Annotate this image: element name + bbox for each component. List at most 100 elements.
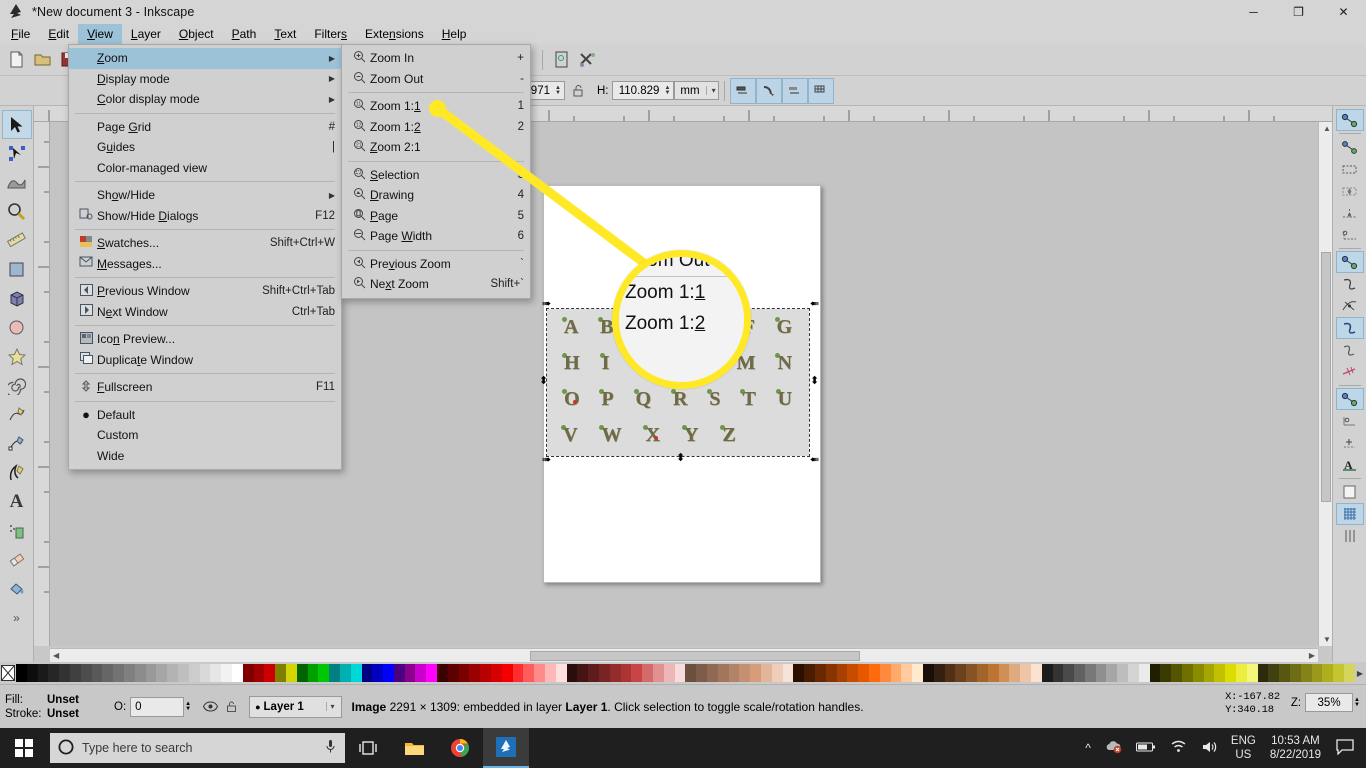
- menu-item-color-display-mode[interactable]: Color display mode ▶: [69, 89, 341, 110]
- menu-view[interactable]: View: [78, 24, 122, 44]
- color-palette[interactable]: ▶: [0, 662, 1366, 684]
- palette-swatch[interactable]: [1084, 664, 1096, 682]
- palette-swatch[interactable]: [102, 664, 114, 682]
- star-tool[interactable]: [2, 342, 32, 371]
- menu-item-zoom-out[interactable]: Zoom Out -: [342, 69, 530, 90]
- menu-item-zoom-page[interactable]: Page 5: [342, 206, 530, 227]
- minimize-button[interactable]: ─: [1231, 0, 1276, 24]
- palette-swatch[interactable]: [760, 664, 772, 682]
- show-hidden-icons-icon[interactable]: ^: [1078, 741, 1098, 755]
- units-select[interactable]: mm ▾: [674, 81, 719, 100]
- palette-swatch[interactable]: [339, 664, 351, 682]
- height-stepper[interactable]: ▲ ▼: [662, 85, 670, 96]
- scroll-right-arrow[interactable]: ▶: [1309, 651, 1315, 660]
- spray-tool[interactable]: [2, 516, 32, 545]
- palette-swatch[interactable]: [512, 664, 524, 682]
- spiral-tool[interactable]: [2, 371, 32, 400]
- snap-object-centers-toggle[interactable]: [1336, 410, 1364, 432]
- search-input[interactable]: Type here to search: [50, 733, 345, 763]
- open-document-icon[interactable]: [29, 47, 55, 73]
- palette-swatch[interactable]: [1300, 664, 1312, 682]
- lock-open-icon[interactable]: [565, 78, 591, 104]
- palette-swatch[interactable]: [253, 664, 265, 682]
- palette-swatch[interactable]: [156, 664, 168, 682]
- onedrive-error-icon[interactable]: [1098, 740, 1129, 757]
- menu-item-zoom-page-width[interactable]: Page Width 6: [342, 226, 530, 247]
- palette-swatch[interactable]: [577, 664, 589, 682]
- scroll-left-arrow[interactable]: ◀: [53, 651, 59, 660]
- pencil-tool[interactable]: [2, 400, 32, 429]
- palette-swatch[interactable]: [707, 664, 718, 682]
- fill-stroke-indicator[interactable]: Fill: Unset Stroke: Unset: [0, 693, 108, 721]
- palette-swatch[interactable]: [609, 664, 621, 682]
- layer-visibility-icon[interactable]: [199, 700, 221, 713]
- palette-swatch[interactable]: [242, 664, 254, 682]
- more-tools-button[interactable]: »: [2, 603, 32, 632]
- palette-swatch[interactable]: [447, 664, 459, 682]
- snap-path-intersections-toggle[interactable]: [1336, 295, 1364, 317]
- palette-swatch[interactable]: [750, 664, 761, 682]
- menu-item-next-zoom[interactable]: Next Zoom Shift+`: [342, 274, 530, 295]
- palette-swatch[interactable]: [674, 664, 686, 682]
- palette-swatch[interactable]: [307, 664, 319, 682]
- palette-swatch[interactable]: [1063, 664, 1075, 682]
- zoom-submenu[interactable]: Zoom In + Zoom Out - 11 Zoom 1:1 1 12 Zo…: [341, 44, 531, 299]
- palette-swatch[interactable]: [318, 664, 330, 682]
- palette-swatch[interactable]: [1095, 664, 1107, 682]
- palette-swatch[interactable]: [901, 664, 913, 682]
- height-field[interactable]: 110.829 ▲ ▼: [612, 81, 675, 100]
- palette-swatch[interactable]: [37, 664, 49, 682]
- volume-icon[interactable]: [1194, 740, 1225, 757]
- palette-swatch[interactable]: [426, 664, 438, 682]
- menu-text[interactable]: Text: [265, 24, 305, 44]
- selection-handle-s[interactable]: ⬍: [676, 453, 685, 464]
- palette-swatch[interactable]: [372, 664, 384, 682]
- palette-swatch[interactable]: [1128, 664, 1139, 682]
- palette-swatch[interactable]: [836, 664, 848, 682]
- palette-swatch[interactable]: [739, 664, 751, 682]
- menu-filters[interactable]: Filters: [305, 24, 356, 44]
- palette-swatch[interactable]: [793, 664, 805, 682]
- palette-swatch[interactable]: [177, 664, 189, 682]
- palette-swatch[interactable]: [480, 664, 492, 682]
- palette-swatch[interactable]: [1192, 664, 1204, 682]
- palette-swatch[interactable]: [966, 664, 977, 682]
- palette-swatch[interactable]: [523, 664, 535, 682]
- palette-swatch[interactable]: [890, 664, 902, 682]
- node-tool[interactable]: [2, 139, 32, 168]
- palette-swatch[interactable]: [16, 664, 27, 682]
- palette-swatch[interactable]: [1030, 664, 1042, 682]
- palette-swatch[interactable]: [285, 664, 297, 682]
- palette-swatch[interactable]: [383, 664, 394, 682]
- palette-swatch[interactable]: [1138, 664, 1150, 682]
- palette-swatch[interactable]: [199, 664, 211, 682]
- zoom-stepper[interactable]: ▲ ▼: [1354, 697, 1360, 708]
- 3dbox-tool[interactable]: [2, 284, 32, 313]
- chevron-down-icon[interactable]: ▾: [325, 702, 339, 711]
- palette-swatch[interactable]: [1333, 664, 1345, 682]
- palette-swatch[interactable]: [1041, 664, 1053, 682]
- palette-swatch[interactable]: [631, 664, 643, 682]
- snap-cusp-nodes-toggle[interactable]: [1335, 317, 1364, 339]
- menu-item-zoom-drawing[interactable]: Drawing 4: [342, 185, 530, 206]
- palette-swatch[interactable]: [123, 664, 135, 682]
- palette-swatch[interactable]: [1171, 664, 1183, 682]
- selection-handle-w[interactable]: ⬍: [539, 376, 548, 387]
- palette-swatch[interactable]: [91, 664, 103, 682]
- palette-swatch[interactable]: [1225, 664, 1237, 682]
- affect-gradients-icon[interactable]: [781, 77, 808, 104]
- rectangle-tool[interactable]: [2, 255, 32, 284]
- palette-swatch[interactable]: [458, 664, 470, 682]
- menu-item-custom-layout[interactable]: Custom: [69, 425, 341, 446]
- palette-swatch[interactable]: [782, 664, 794, 682]
- snap-rotation-centers-toggle[interactable]: [1336, 432, 1364, 454]
- palette-swatch[interactable]: [912, 664, 923, 682]
- palette-swatch[interactable]: [48, 664, 60, 682]
- palette-swatch[interactable]: [771, 664, 783, 682]
- palette-swatch[interactable]: [113, 664, 124, 682]
- view-menu-dropdown[interactable]: Zoom ▶ Display mode ▶ Color display mode…: [68, 44, 342, 470]
- palette-swatch[interactable]: [415, 664, 427, 682]
- windows-start-icon[interactable]: [0, 728, 48, 768]
- affect-rounded-corners-icon[interactable]: [755, 77, 782, 104]
- palette-swatch[interactable]: [555, 664, 567, 682]
